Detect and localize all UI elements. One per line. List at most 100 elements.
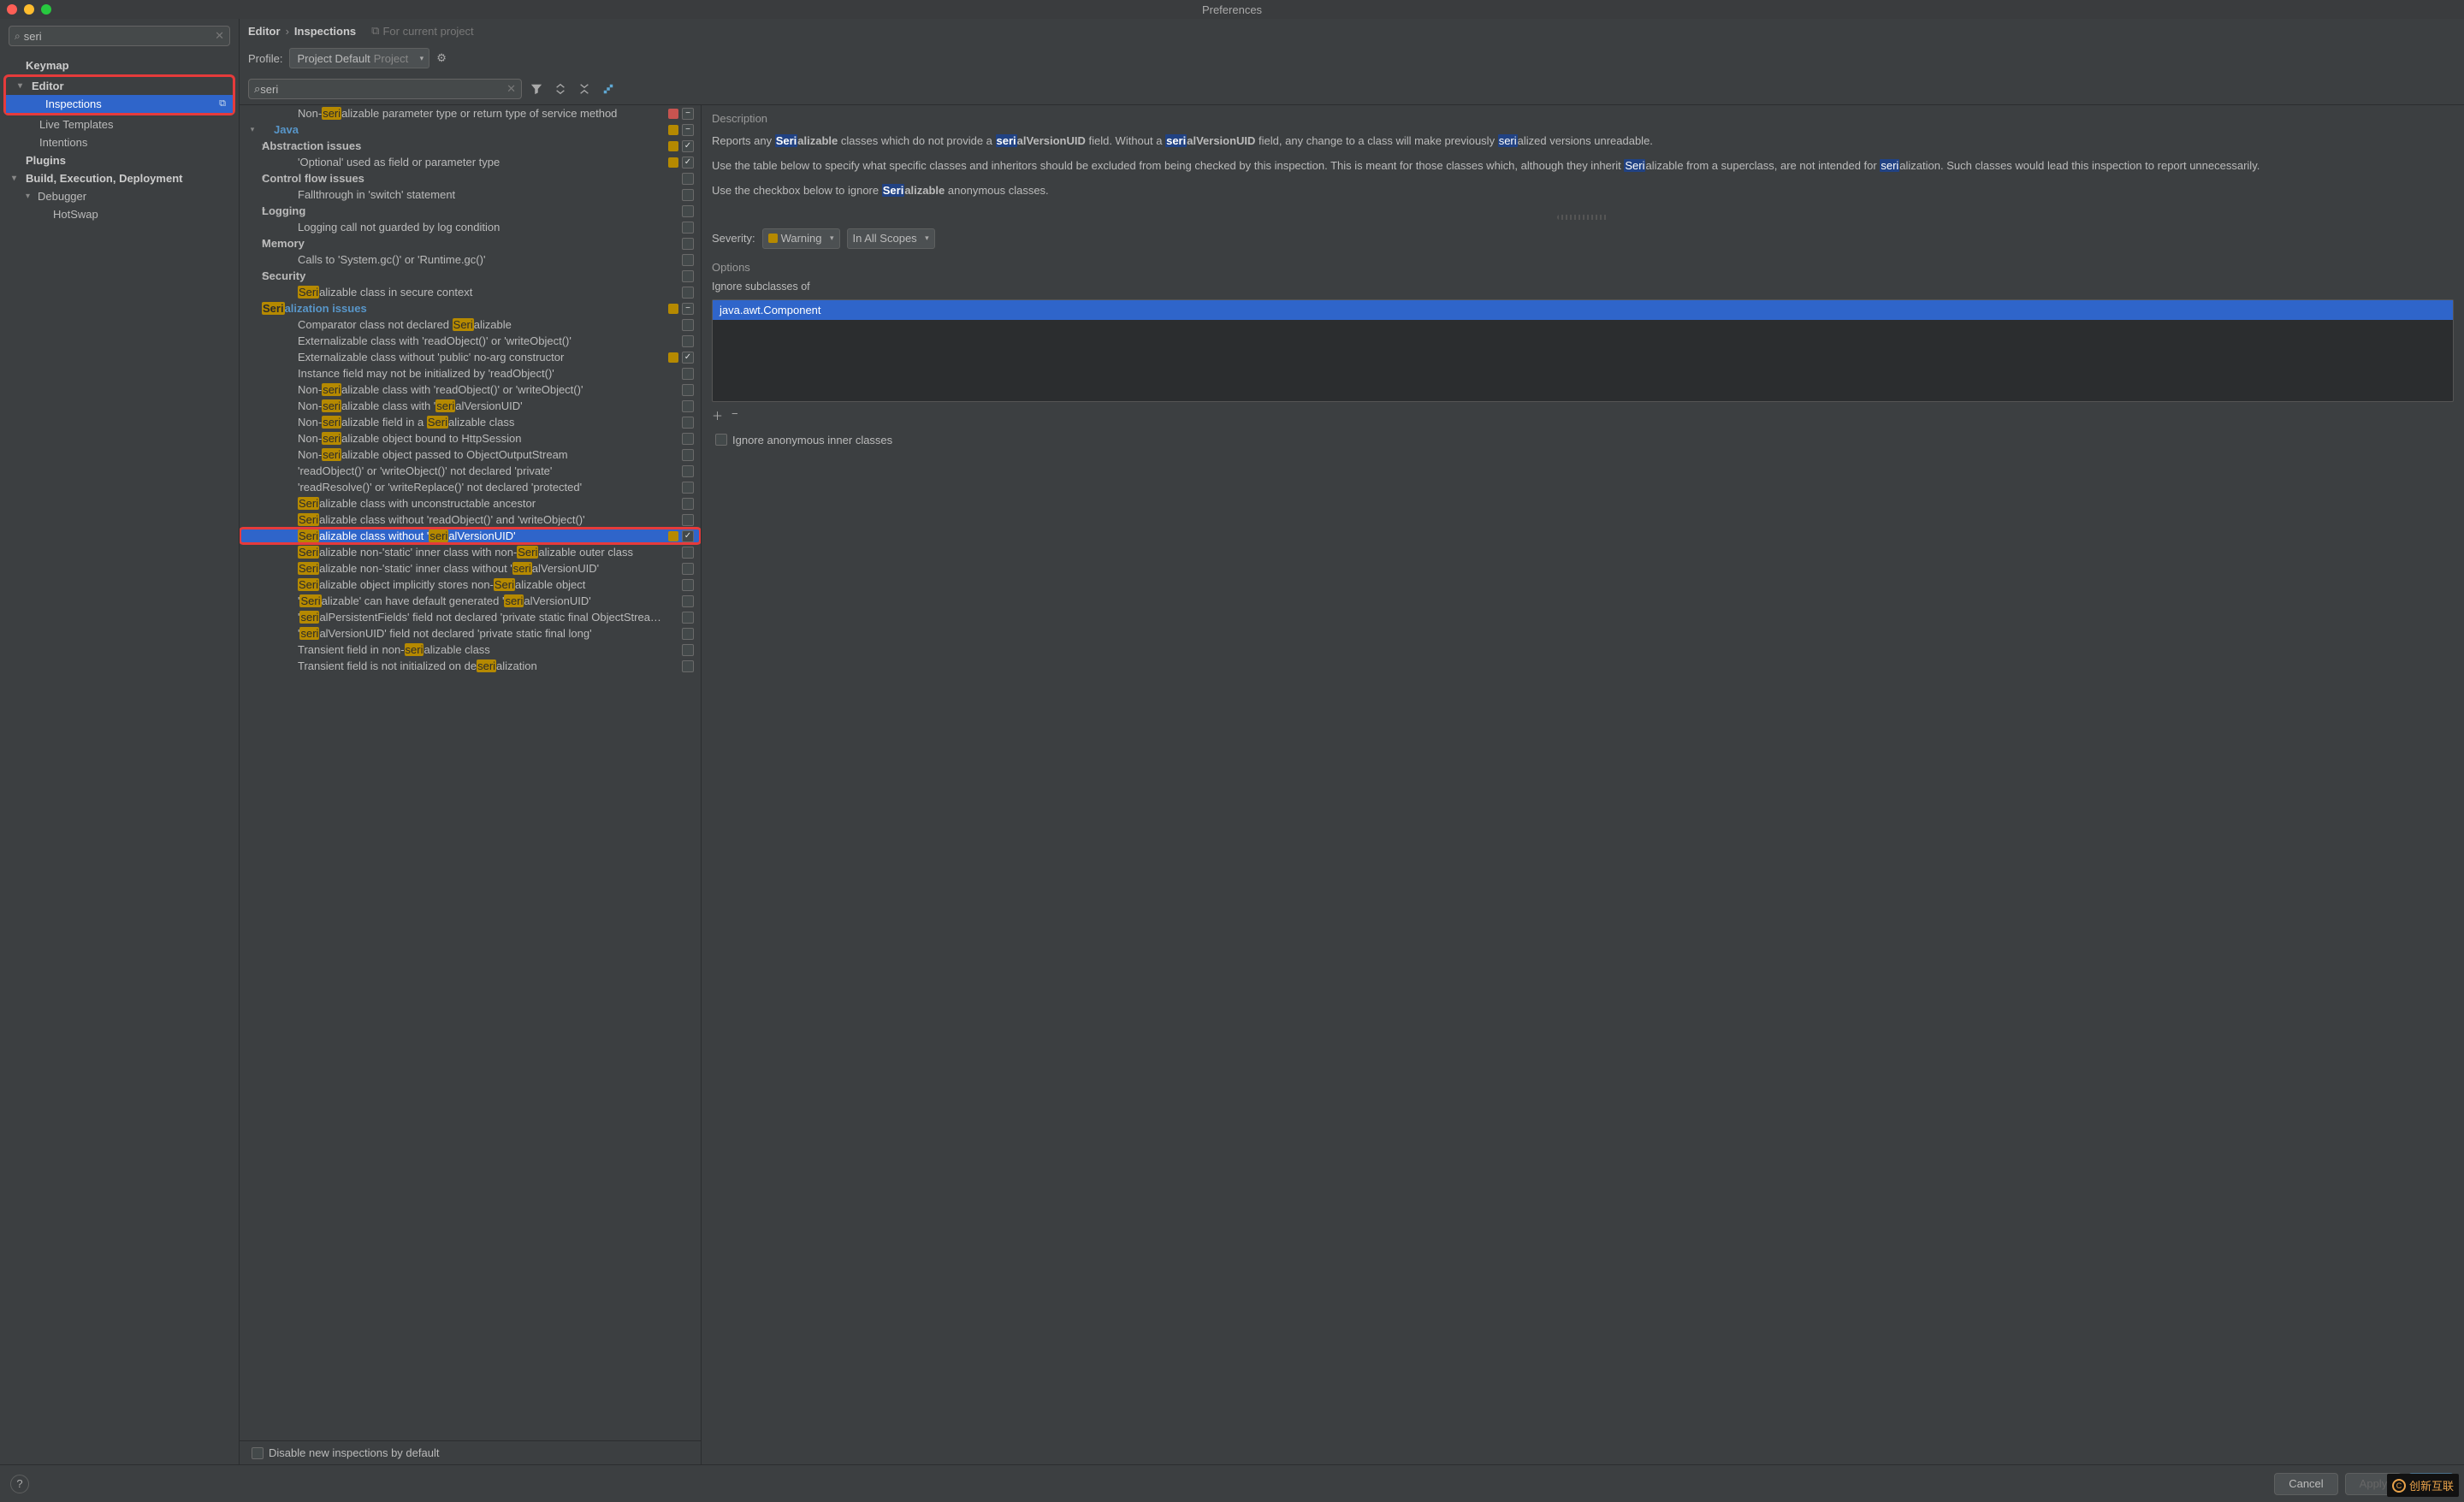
tree-group-java[interactable]: ▾Java	[240, 121, 701, 138]
collapse-all-icon[interactable]	[575, 80, 594, 98]
resize-grip-icon[interactable]	[1557, 215, 1608, 220]
sidebar-search-input[interactable]	[24, 30, 215, 43]
checkbox[interactable]	[682, 319, 694, 331]
checkbox[interactable]	[682, 563, 694, 575]
tree-row[interactable]: 'readResolve()' or 'writeReplace()' not …	[240, 479, 701, 495]
add-icon[interactable]: ＋	[712, 407, 723, 423]
tree-row[interactable]: Instance field may not be initialized by…	[240, 365, 701, 381]
sidebar-search[interactable]: ⌕ ✕	[9, 26, 230, 46]
checkbox[interactable]	[682, 400, 694, 412]
checkbox[interactable]	[682, 449, 694, 461]
checkbox[interactable]	[682, 287, 694, 299]
tree-row[interactable]: Serializable non-'static' inner class wi…	[240, 560, 701, 577]
ignore-anon-checkbox[interactable]	[715, 434, 727, 446]
checkbox[interactable]	[682, 352, 694, 364]
checkbox[interactable]	[682, 140, 694, 152]
ignore-subclasses-list[interactable]: java.awt.Component	[712, 299, 2454, 402]
tree-row[interactable]: Serializable class without 'readObject()…	[240, 512, 701, 528]
checkbox[interactable]	[682, 595, 694, 607]
checkbox[interactable]	[682, 547, 694, 559]
tree-row[interactable]: Transient field in non-serializable clas…	[240, 642, 701, 658]
inspections-search[interactable]: ⌕ ✕	[248, 79, 522, 99]
tree-row[interactable]: 'Optional' used as field or parameter ty…	[240, 154, 701, 170]
help-icon[interactable]: ?	[10, 1475, 29, 1493]
tree-row-selected[interactable]: Serializable class without 'serialVersio…	[240, 528, 701, 544]
list-item[interactable]: java.awt.Component	[713, 300, 2453, 320]
reset-icon[interactable]	[599, 80, 618, 98]
scope-dropdown[interactable]: In All Scopes▾	[847, 228, 935, 249]
checkbox[interactable]	[682, 433, 694, 445]
checkbox[interactable]	[682, 270, 694, 282]
checkbox[interactable]	[682, 465, 694, 477]
tree-row[interactable]: Transient field is not initialized on de…	[240, 658, 701, 674]
tree-group[interactable]: ▾Abstraction issues	[240, 138, 701, 154]
sidebar-item-plugins[interactable]: Plugins	[0, 151, 239, 169]
tree-row[interactable]: Logging call not guarded by log conditio…	[240, 219, 701, 235]
tree-group-serialization[interactable]: ▾Serialization issues	[240, 300, 701, 316]
tree-row[interactable]: 'readObject()' or 'writeObject()' not de…	[240, 463, 701, 479]
sidebar-item-intentions[interactable]: Intentions	[0, 133, 239, 151]
tree-group[interactable]: ▾Memory	[240, 235, 701, 251]
tree-row[interactable]: Non-serializable field in a Serializable…	[240, 414, 701, 430]
checkbox[interactable]	[682, 660, 694, 672]
tree-row[interactable]: Serializable object implicitly stores no…	[240, 577, 701, 593]
severity-dropdown[interactable]: Warning▾	[762, 228, 840, 249]
clear-icon[interactable]: ✕	[215, 29, 224, 43]
tree-row[interactable]: Non-serializable object bound to HttpSes…	[240, 430, 701, 446]
checkbox[interactable]	[682, 173, 694, 185]
sidebar-item-bed[interactable]: Build, Execution, Deployment	[0, 169, 239, 187]
clear-icon[interactable]: ✕	[506, 82, 516, 96]
checkbox[interactable]	[682, 238, 694, 250]
checkbox[interactable]	[682, 384, 694, 396]
disable-new-checkbox[interactable]	[252, 1447, 264, 1459]
checkbox[interactable]	[682, 644, 694, 656]
sidebar-item-keymap[interactable]: Keymap	[0, 56, 239, 74]
tree-row[interactable]: Externalizable class with 'readObject()'…	[240, 333, 701, 349]
sidebar-item-live-templates[interactable]: Live Templates	[0, 115, 239, 133]
sidebar-item-hotswap[interactable]: HotSwap	[0, 205, 239, 223]
checkbox[interactable]	[682, 530, 694, 542]
tree-row[interactable]: Fallthrough in 'switch' statement	[240, 186, 701, 203]
checkbox[interactable]	[682, 368, 694, 380]
tree-row[interactable]: Non-serializable object passed to Object…	[240, 446, 701, 463]
tree-row[interactable]: 'Serializable' can have default generate…	[240, 593, 701, 609]
inspections-tree[interactable]: Non-serializable parameter type or retur…	[240, 105, 701, 1440]
checkbox[interactable]	[682, 514, 694, 526]
checkbox[interactable]	[682, 628, 694, 640]
tree-row[interactable]: Serializable non-'static' inner class wi…	[240, 544, 701, 560]
tree-row[interactable]: Non-serializable class with 'readObject(…	[240, 381, 701, 398]
tree-group[interactable]: ▾Logging	[240, 203, 701, 219]
checkbox[interactable]	[682, 498, 694, 510]
checkbox[interactable]	[682, 189, 694, 201]
expand-all-icon[interactable]	[551, 80, 570, 98]
checkbox[interactable]	[682, 335, 694, 347]
checkbox[interactable]	[682, 124, 694, 136]
filter-icon[interactable]	[527, 80, 546, 98]
tree-row[interactable]: Serializable class with unconstructable …	[240, 495, 701, 512]
tree-row[interactable]: Comparator class not declared Serializab…	[240, 316, 701, 333]
checkbox[interactable]	[682, 205, 694, 217]
tree-row[interactable]: 'serialPersistentFields' field not decla…	[240, 609, 701, 625]
inspections-search-input[interactable]	[260, 83, 506, 96]
checkbox[interactable]	[682, 254, 694, 266]
checkbox[interactable]	[682, 417, 694, 429]
tree-row[interactable]: 'serialVersionUID' field not declared 'p…	[240, 625, 701, 642]
remove-icon[interactable]: −	[732, 407, 738, 423]
checkbox[interactable]	[682, 482, 694, 494]
tree-group[interactable]: ▾Security	[240, 268, 701, 284]
tree-row[interactable]: Serializable class in secure context	[240, 284, 701, 300]
profile-dropdown[interactable]: Project Default Project ▾	[289, 48, 429, 68]
tree-group[interactable]: ▾Control flow issues	[240, 170, 701, 186]
checkbox[interactable]	[682, 303, 694, 315]
checkbox[interactable]	[682, 612, 694, 624]
tree-row[interactable]: Non-serializable class with 'serialVersi…	[240, 398, 701, 414]
gear-icon[interactable]: ⚙	[436, 51, 447, 65]
checkbox[interactable]	[682, 579, 694, 591]
breadcrumb-root[interactable]: Editor	[248, 25, 281, 38]
checkbox[interactable]	[682, 222, 694, 234]
checkbox[interactable]	[682, 157, 694, 169]
sidebar-item-debugger[interactable]: Debugger	[0, 187, 239, 205]
sidebar-item-editor[interactable]: Editor	[6, 77, 233, 95]
cancel-button[interactable]: Cancel	[2274, 1473, 2337, 1495]
tree-row[interactable]: Externalizable class without 'public' no…	[240, 349, 701, 365]
